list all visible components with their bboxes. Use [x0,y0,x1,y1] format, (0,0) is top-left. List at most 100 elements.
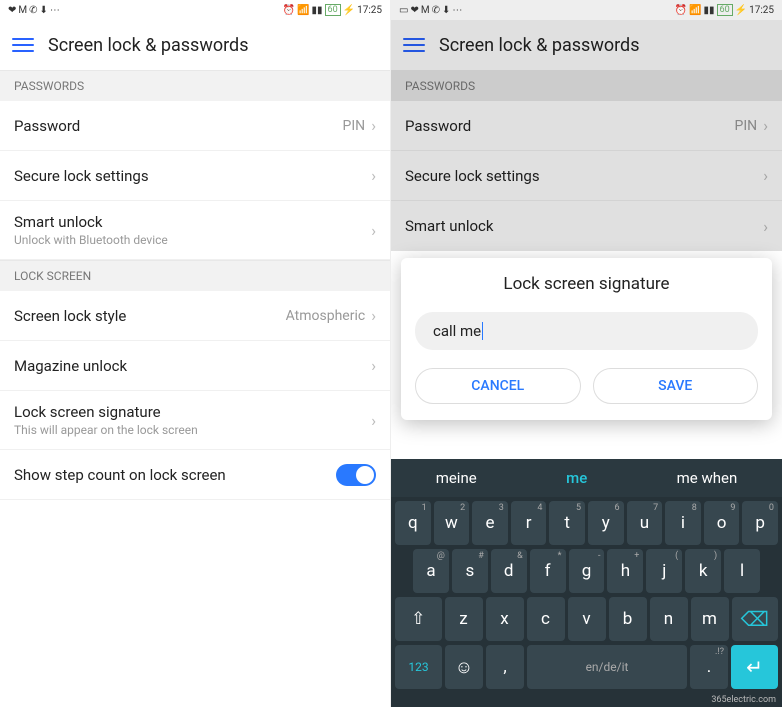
row-magazine[interactable]: Magazine unlock › [0,341,390,391]
clock-text: 17:25 [749,5,774,16]
chevron-right-icon: › [371,306,376,325]
row-secure[interactable]: Secure lock settings › [0,151,390,201]
key-o[interactable]: o9 [704,501,740,545]
key-q[interactable]: q1 [395,501,431,545]
row-password-value: PIN [343,118,366,134]
row-signature-sub: This will appear on the lock screen [14,423,198,437]
key-i[interactable]: i8 [665,501,701,545]
battery-icon: 60 [717,4,733,16]
row-secure-title: Secure lock settings [14,167,149,185]
key-space[interactable]: en/de/it [527,645,687,689]
key-c[interactable]: c [527,597,565,641]
keyboard-icon: ▭ [399,5,408,16]
key-s[interactable]: s# [452,549,488,593]
key-j[interactable]: j( [646,549,682,593]
alarm-icon: ⏰ [283,5,295,16]
download-icon: ⬇ [442,5,450,16]
key-v[interactable]: v [568,597,606,641]
key-r[interactable]: r4 [511,501,547,545]
chevron-right-icon: › [763,217,768,236]
row-signature[interactable]: Lock screen signature This will appear o… [0,391,390,450]
chevron-right-icon: › [371,166,376,185]
key-backspace[interactable]: ⌫ [732,597,779,641]
key-h[interactable]: h+ [607,549,643,593]
menu-icon[interactable] [403,38,425,52]
battery-icon: 60 [325,4,341,16]
chevron-right-icon: › [371,116,376,135]
key-f[interactable]: f* [530,549,566,593]
app-header: Screen lock & passwords [0,20,390,70]
chevron-right-icon: › [371,411,376,430]
phone-left: ❤ M ✆ ⬇ ⋯ ⏰ 📶 ▮▮ 60 ⚡ 17:25 Screen lock … [0,0,391,707]
wifi-icon: 📶 [297,5,309,16]
suggestion-0[interactable]: meine [422,469,491,487]
key-k[interactable]: k) [685,549,721,593]
key-p[interactable]: p0 [742,501,778,545]
save-button[interactable]: SAVE [593,368,759,404]
stepcount-toggle[interactable] [336,464,376,486]
key-l[interactable]: l [724,549,760,593]
key-comma[interactable]: , [486,645,524,689]
signature-input-value: call me [433,322,481,340]
key-numbers[interactable]: 123 [395,645,442,689]
page-title: Screen lock & passwords [48,35,249,56]
key-period[interactable]: ..!? [690,645,728,689]
row-style[interactable]: Screen lock style Atmospheric› [0,291,390,341]
alarm-icon: ⏰ [675,5,687,16]
key-enter[interactable]: ↵ [731,645,778,689]
kb-row-4: 123 ☺ , en/de/it ..!? ↵ [395,645,778,689]
suggestion-2[interactable]: me when [663,469,752,487]
key-emoji[interactable]: ☺ [445,645,483,689]
row-smart[interactable]: Smart unlock › [391,201,782,251]
key-a[interactable]: a@ [413,549,449,593]
key-shift[interactable]: ⇧ [395,597,442,641]
wifi-icon: 📶 [689,5,701,16]
key-e[interactable]: e3 [472,501,508,545]
row-secure[interactable]: Secure lock settings › [391,151,782,201]
section-lockscreen: LOCK SCREEN [0,260,390,291]
row-password[interactable]: Password PIN› [391,101,782,151]
download-icon: ⬇ [40,5,48,16]
key-x[interactable]: x [486,597,524,641]
kb-row-2: a@s#d&f*g-h+j(k)l [395,549,778,593]
kb-row-3: ⇧zxcvbnm⌫ [395,597,778,641]
key-y[interactable]: y6 [588,501,624,545]
key-u[interactable]: u7 [627,501,663,545]
key-w[interactable]: w2 [434,501,470,545]
clock-text: 17:25 [357,5,382,16]
kb-row-1: q1w2e3r4t5y6u7i8o9p0 [395,501,778,545]
heart-icon: ❤ [410,5,418,16]
chevron-right-icon: › [763,166,768,185]
row-password-title: Password [14,117,80,135]
key-b[interactable]: b [609,597,647,641]
section-passwords: PASSWORDS [0,70,390,101]
row-signature-title: Lock screen signature [14,403,198,421]
chevron-right-icon: › [763,116,768,135]
status-icons-left: ❤ M ✆ ⬇ ⋯ [8,5,60,16]
signature-input[interactable]: call me [415,312,758,350]
dialog-title: Lock screen signature [415,274,758,294]
watermark: 365electric.com [711,695,776,705]
whatsapp-icon: ✆ [432,5,440,16]
statusbar: ❤ M ✆ ⬇ ⋯ ⏰ 📶 ▮▮ 60 ⚡ 17:25 [0,0,390,20]
heart-icon: ❤ [8,5,16,16]
cancel-button[interactable]: CANCEL [415,368,581,404]
key-z[interactable]: z [445,597,483,641]
row-password[interactable]: Password PIN › [0,101,390,151]
status-icons-right: ⏰ 📶 ▮▮ 60 ⚡ 17:25 [283,4,382,16]
phone-right: ▭ ❤ M ✆ ⬇ ⋯ ⏰ 📶 ▮▮ 60 ⚡ 17:25 Screen loc… [391,0,782,707]
menu-icon[interactable] [12,38,34,52]
row-smart[interactable]: Smart unlock Unlock with Bluetooth devic… [0,201,390,260]
text-cursor [482,322,483,340]
suggestion-1[interactable]: me [552,469,601,487]
key-t[interactable]: t5 [549,501,585,545]
more-icon: ⋯ [452,5,462,16]
section-passwords: PASSWORDS [391,70,782,101]
key-n[interactable]: n [650,597,688,641]
row-smart-sub: Unlock with Bluetooth device [14,233,168,247]
row-password-title: Password [405,117,471,135]
key-m[interactable]: m [691,597,729,641]
key-g[interactable]: g- [569,549,605,593]
key-d[interactable]: d& [491,549,527,593]
row-stepcount[interactable]: Show step count on lock screen [0,450,390,500]
